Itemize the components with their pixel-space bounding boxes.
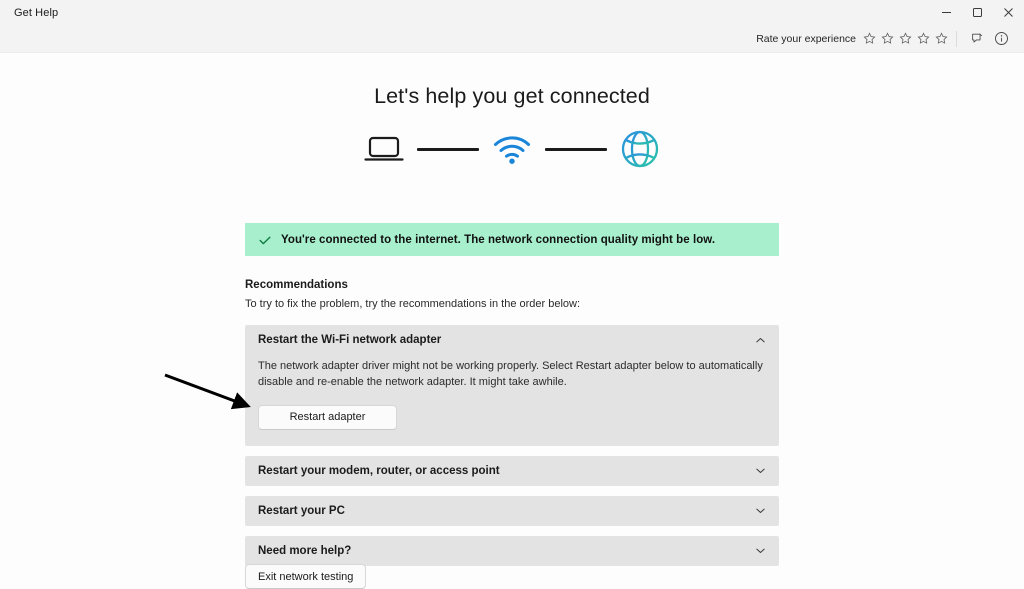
recommendations-subtitle: To try to fix the problem, try the recom… [245,298,581,310]
exit-network-testing-button[interactable]: Exit network testing [245,564,367,589]
exit-button-container: Exit network testing [245,564,367,589]
accordion-item-restart-modem-router: Restart your modem, router, or access po… [245,455,779,486]
command-bar: Rate your experience [0,25,1024,53]
status-banner: You're connected to the internet. The ne… [245,223,779,256]
maximize-restore-button[interactable] [962,0,993,25]
connector-line-2 [545,147,607,151]
rating-stars[interactable] [861,31,949,47]
chevron-up-icon[interactable] [754,334,766,346]
close-button[interactable] [993,0,1024,25]
accordion-label: Restart your modem, router, or access po… [258,464,500,477]
connector-line-1 [417,147,479,151]
accordion-body-text: The network adapter driver might not be … [258,360,763,388]
accordion-header[interactable]: Restart your PC [245,496,779,526]
title-bar: Get Help [0,0,1024,25]
accordion-label: Restart the Wi-Fi network adapter [258,334,442,346]
chevron-down-icon[interactable] [754,505,766,517]
accordion-body: The network adapter driver might not be … [245,355,779,446]
accordion-header[interactable]: Restart the Wi-Fi network adapter [245,325,779,355]
checkmark-icon [258,233,272,247]
chevron-down-icon[interactable] [754,545,766,557]
feedback-pin-icon[interactable] [966,28,988,50]
window-controls [931,0,1024,25]
info-icon[interactable] [990,28,1012,50]
star-icon-5[interactable] [933,31,949,47]
star-icon-1[interactable] [861,31,877,47]
star-icon-2[interactable] [879,31,895,47]
recommendations-heading: Recommendations [245,279,348,291]
star-icon-4[interactable] [915,31,931,47]
minimize-button[interactable] [931,0,962,25]
chevron-down-icon[interactable] [754,465,766,477]
status-banner-text: You're connected to the internet. The ne… [281,233,716,246]
accordion-header[interactable]: Restart your modem, router, or access po… [245,456,779,486]
recommendations-section: Recommendations To try to fix the proble… [245,279,779,576]
command-bar-divider [956,30,957,47]
accordion-label: Need more help? [258,544,352,557]
laptop-icon [360,127,408,171]
main-content: Let's help you get connected You're conn… [0,53,1024,589]
accordion-item-restart-pc: Restart your PC [245,495,779,526]
rate-experience-label: Rate your experience [756,32,856,45]
star-icon-3[interactable] [897,31,913,47]
page-title: Let's help you get connected [374,84,650,108]
restart-adapter-button[interactable]: Restart adapter [258,404,397,430]
accordion-item-restart-wifi-adapter: Restart the Wi-Fi network adapter The ne… [245,325,779,446]
window-title: Get Help [14,6,59,19]
globe-icon [616,127,664,171]
wifi-icon [488,127,536,171]
accordion-label: Restart your PC [258,504,345,517]
accordion-header[interactable]: Need more help? [245,536,779,566]
connection-diagram [0,125,1024,173]
accordion-item-need-more-help: Need more help? [245,535,779,566]
